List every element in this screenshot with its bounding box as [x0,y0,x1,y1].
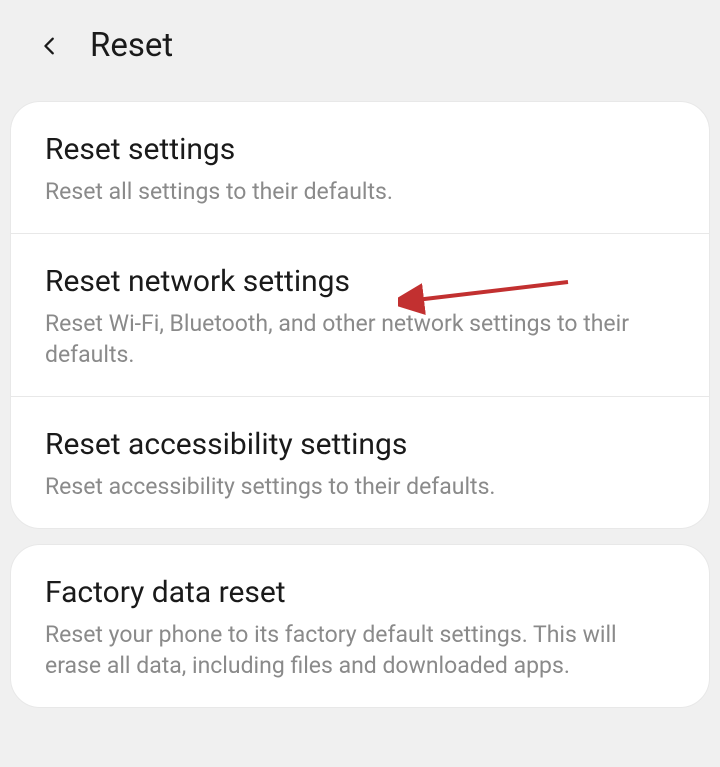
page-header: Reset [0,0,720,91]
setting-description: Reset your phone to its factory default … [45,619,675,681]
settings-group-2: Factory data reset Reset your phone to i… [10,544,710,708]
factory-data-reset-item[interactable]: Factory data reset Reset your phone to i… [11,545,709,707]
reset-settings-item[interactable]: Reset settings Reset all settings to the… [11,102,709,234]
setting-description: Reset accessibility settings to their de… [45,471,675,502]
setting-title: Factory data reset [45,575,675,611]
setting-title: Reset network settings [45,264,675,300]
page-title: Reset [90,26,173,65]
back-icon[interactable] [38,34,62,58]
setting-description: Reset Wi-Fi, Bluetooth, and other networ… [45,308,675,370]
settings-group-1: Reset settings Reset all settings to the… [10,101,710,529]
setting-description: Reset all settings to their defaults. [45,176,675,207]
setting-title: Reset accessibility settings [45,427,675,463]
reset-accessibility-settings-item[interactable]: Reset accessibility settings Reset acces… [11,397,709,528]
setting-title: Reset settings [45,132,675,168]
reset-network-settings-item[interactable]: Reset network settings Reset Wi-Fi, Blue… [11,234,709,397]
